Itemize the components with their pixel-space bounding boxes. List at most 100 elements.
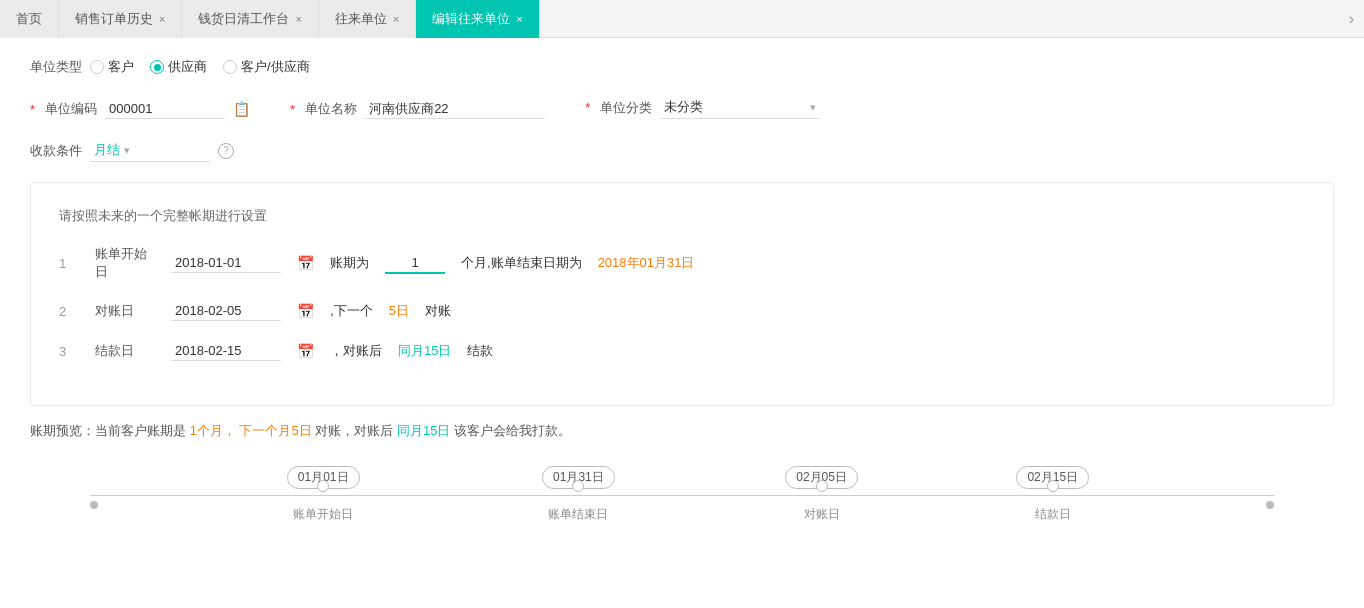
preview-part1: 1个月， [190, 423, 236, 438]
tab-sales-history[interactable]: 销售订单历史 × [59, 0, 182, 38]
close-icon[interactable]: × [295, 13, 301, 25]
calendar-icon-3[interactable]: 📅 [297, 343, 314, 359]
tab-cash-workbench-label: 钱货日清工作台 [198, 10, 289, 28]
close-icon[interactable]: × [516, 13, 522, 25]
tab-sales-history-label: 销售订单历史 [75, 10, 153, 28]
close-icon[interactable]: × [159, 13, 165, 25]
unit-category-value: 未分类 [664, 98, 703, 116]
period-input[interactable] [385, 253, 445, 274]
tab-partner-units-label: 往来单位 [335, 10, 387, 28]
radio-supplier-label: 供应商 [168, 58, 207, 76]
timeline-dot-1 [317, 480, 329, 492]
unit-category-group: * 单位分类 未分类 ▾ [585, 96, 820, 119]
timeline-node-1: 01月01日 账单开始日 [293, 480, 353, 523]
unit-type-row: 单位类型 客户 供应商 客户/供应商 [30, 58, 1334, 76]
payment-date-input[interactable] [171, 341, 281, 361]
timeline-dot-2 [572, 480, 584, 492]
main-content: 单位类型 客户 供应商 客户/供应商 * 单位编码 [0, 38, 1364, 608]
payment-terms-select[interactable]: 月结 ▾ [90, 139, 210, 162]
unit-code-label: 单位编码 [45, 100, 97, 118]
tab-edit-partner-label: 编辑往来单位 [432, 10, 510, 28]
unit-info-row: * 单位编码 📋 * 单位名称 * 单位分类 未分类 ▾ [30, 96, 1334, 119]
preview-part2: 下一个月5日 [239, 423, 311, 438]
unit-category-select[interactable]: 未分类 ▾ [660, 96, 820, 119]
timeline-node-4: 02月15日 结款日 [1035, 480, 1071, 523]
unit-type-group: 单位类型 客户 供应商 客户/供应商 [30, 58, 310, 76]
radio-supplier[interactable]: 供应商 [150, 58, 207, 76]
field-label-2: 对账日 [95, 302, 155, 320]
timeline-dot-3 [816, 480, 828, 492]
required-star-3: * [585, 100, 590, 115]
chevron-down-icon: ▾ [810, 101, 816, 114]
timeline-label-1: 账单开始日 [293, 506, 353, 523]
payment-terms-row: 收款条件 月结 ▾ ? [30, 139, 1334, 162]
radio-circle-supplier [150, 60, 164, 74]
required-star-2: * [290, 102, 295, 117]
setting-row-2: 2 对账日 📅 ,下一个 5日 对账 [59, 301, 1305, 321]
unit-name-label: 单位名称 [305, 100, 357, 118]
timeline-node-2: 01月31日 账单结束日 [548, 480, 608, 523]
tab-cash-workbench[interactable]: 钱货日清工作台 × [182, 0, 318, 38]
timeline-label-3: 对账日 [804, 506, 840, 523]
row-desc-3b: 结款 [467, 342, 493, 360]
row-num-1: 1 [59, 256, 79, 271]
end-date-highlight: 2018年01月31日 [598, 254, 695, 272]
setting-row-1: 1 账单开始日 📅 账期为 个月,账单结束日期为 2018年01月31日 [59, 245, 1305, 281]
settings-title: 请按照未来的一个完整帐期进行设置 [59, 207, 1305, 225]
copy-icon[interactable]: 📋 [233, 101, 250, 117]
row-desc-3: ，对账后 [330, 342, 382, 360]
timeline-dot-4 [1047, 480, 1059, 492]
row-desc-1: 账期为 [330, 254, 369, 272]
preview-section: 账期预览：当前客户账期是 1个月， 下一个月5日 对账，对账后 同月15日 该客… [30, 422, 1334, 553]
timeline-label-4: 结款日 [1035, 506, 1071, 523]
radio-circle-customer [90, 60, 104, 74]
row-num-2: 2 [59, 304, 79, 319]
tab-bar: 首页 销售订单历史 × 钱货日清工作台 × 往来单位 × 编辑往来单位 × › [0, 0, 1364, 38]
radio-circle-both [223, 60, 237, 74]
payment-terms-group: 收款条件 月结 ▾ ? [30, 139, 234, 162]
row-num-3: 3 [59, 344, 79, 359]
close-icon[interactable]: × [393, 13, 399, 25]
field-label-3: 结款日 [95, 342, 155, 360]
reconcile-date-input[interactable] [171, 301, 281, 321]
tab-partner-units[interactable]: 往来单位 × [319, 0, 416, 38]
required-star: * [30, 102, 35, 117]
radio-customer-label: 客户 [108, 58, 134, 76]
unit-name-group: * 单位名称 [290, 99, 545, 119]
unit-category-label: 单位分类 [600, 99, 652, 117]
settings-box: 请按照未来的一个完整帐期进行设置 1 账单开始日 📅 账期为 个月,账单结束日期… [30, 182, 1334, 406]
unit-name-input[interactable] [365, 99, 545, 119]
calendar-icon-1[interactable]: 📅 [297, 255, 314, 271]
setting-row-3: 3 结款日 📅 ，对账后 同月15日 结款 [59, 341, 1305, 361]
preview-end: 该客户会给我打款。 [454, 423, 571, 438]
start-date-input[interactable] [171, 253, 281, 273]
help-icon[interactable]: ? [218, 143, 234, 159]
timeline-node-3: 02月05日 对账日 [804, 480, 840, 523]
tab-home-label: 首页 [16, 10, 42, 28]
row-desc-1b: 个月,账单结束日期为 [461, 254, 582, 272]
preview-part3: 同月15日 [397, 423, 450, 438]
preview-middle: 对账，对账后 [315, 423, 393, 438]
calendar-icon-2[interactable]: 📅 [297, 303, 314, 319]
row-desc-2: ,下一个 [330, 302, 373, 320]
next-day-highlight: 5日 [389, 302, 409, 320]
unit-code-group: * 单位编码 📋 [30, 99, 250, 119]
tab-home[interactable]: 首页 [0, 0, 59, 38]
radio-both-label: 客户/供应商 [241, 58, 310, 76]
timeline-right-dot [1266, 501, 1274, 509]
chevron-down-icon-2: ▾ [124, 144, 130, 157]
same-month-highlight: 同月15日 [398, 342, 451, 360]
radio-customer[interactable]: 客户 [90, 58, 134, 76]
row-desc-2b: 对账 [425, 302, 451, 320]
timeline: 01月01日 账单开始日 01月31日 账单结束日 02月05日 对账日 [30, 460, 1334, 553]
payment-terms-label: 收款条件 [30, 142, 82, 160]
payment-terms-value: 月结 [94, 141, 120, 159]
unit-code-input[interactable] [105, 99, 225, 119]
radio-both[interactable]: 客户/供应商 [223, 58, 310, 76]
preview-text: 账期预览：当前客户账期是 1个月， 下一个月5日 对账，对账后 同月15日 该客… [30, 422, 1334, 440]
field-label-1: 账单开始日 [95, 245, 155, 281]
tab-more-button[interactable]: › [1339, 0, 1364, 38]
tab-edit-partner[interactable]: 编辑往来单位 × [416, 0, 539, 38]
timeline-label-2: 账单结束日 [548, 506, 608, 523]
radio-group: 客户 供应商 客户/供应商 [90, 58, 310, 76]
